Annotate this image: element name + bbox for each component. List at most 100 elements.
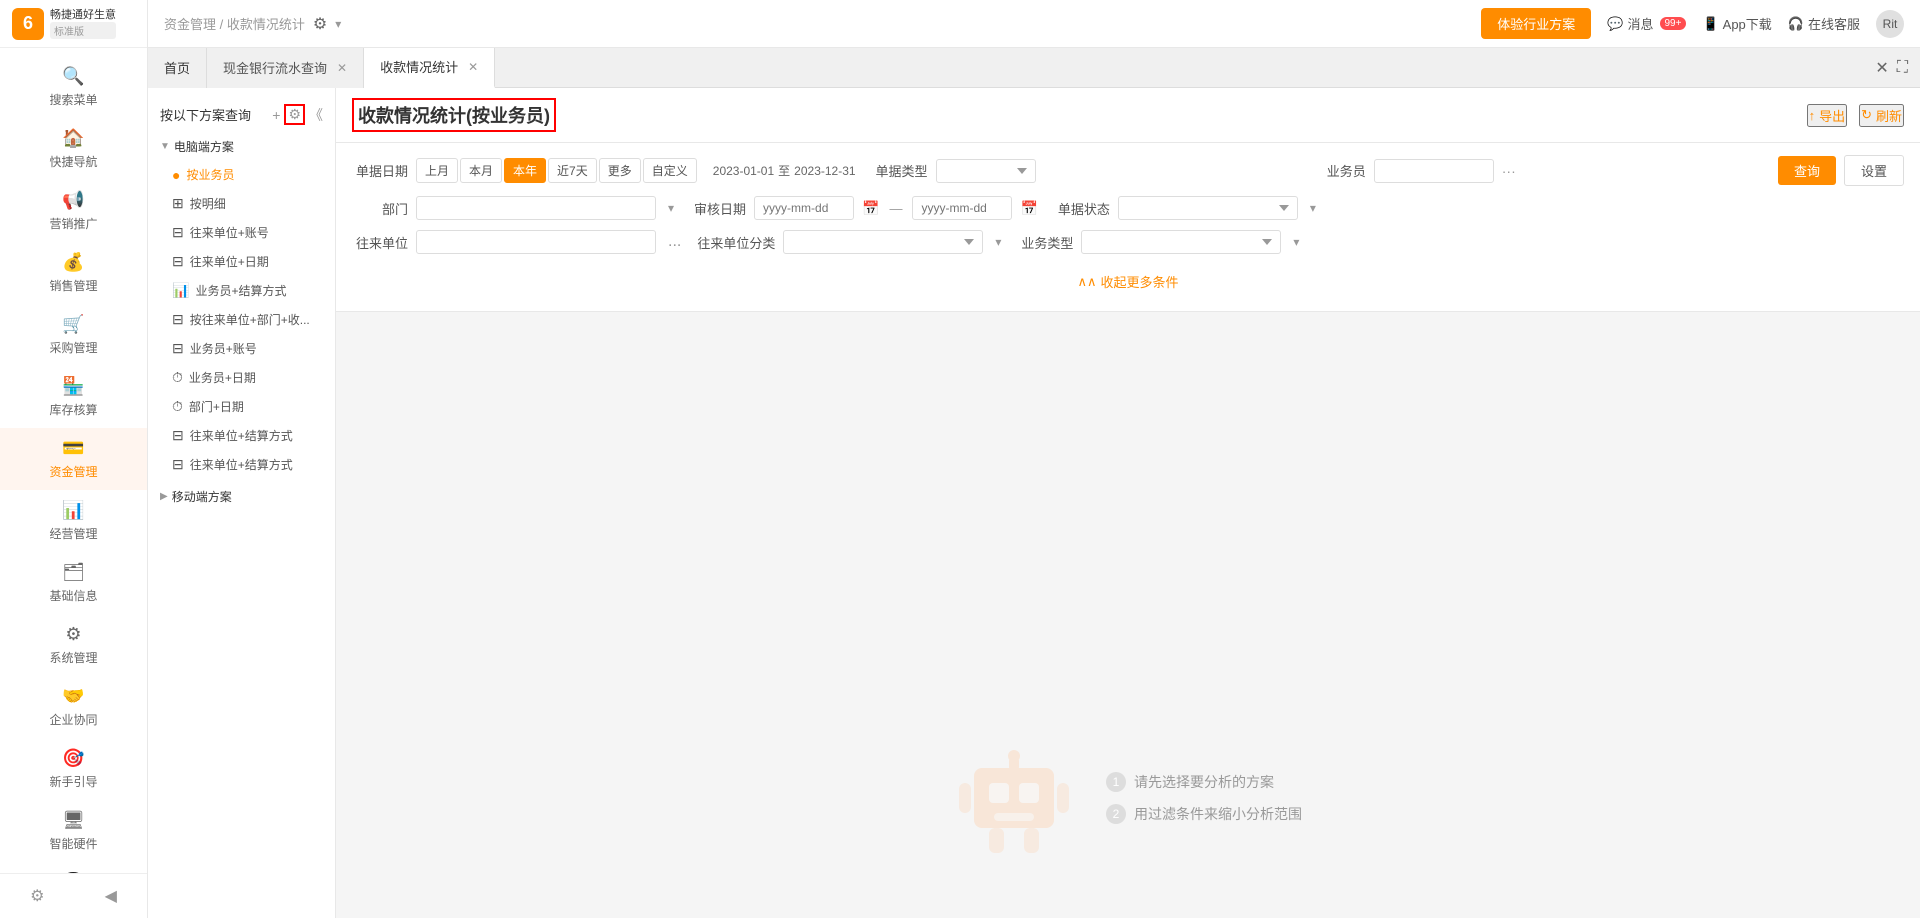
scheme-item-icon: ⊟ — [172, 311, 184, 328]
tab-bank-flow[interactable]: 现金银行流水查询 ✕ — [207, 48, 364, 88]
collapse-conditions-btn[interactable]: ∧∧ 收起更多条件 — [352, 264, 1904, 299]
date-label: 单据日期 — [352, 161, 408, 180]
scheme-item-unit-dept-recv[interactable]: ⊟ 按往来单位+部门+收... — [148, 305, 335, 334]
doc-status-label: 单据状态 — [1054, 199, 1110, 218]
unit-dots-btn[interactable]: ... — [668, 233, 681, 251]
sidebar-item-purchase[interactable]: 🛒 采购管理 — [0, 304, 147, 366]
staff-dots-btn[interactable]: ··· — [1502, 163, 1516, 179]
scheme-item-by-staff[interactable]: ● 按业务员 — [148, 160, 335, 189]
doc-status-select[interactable] — [1118, 196, 1298, 220]
scheme-item-unit-date[interactable]: ⊟ 往来单位+日期 — [148, 247, 335, 276]
sidebar-item-basic[interactable]: 🗂 基础信息 — [0, 552, 147, 614]
calendar-end-icon[interactable]: 📅 — [1020, 200, 1037, 217]
sidebar-item-biz[interactable]: 📊 经营管理 — [0, 490, 147, 552]
tab-close-all-icon[interactable]: ✕ — [1875, 58, 1888, 78]
hardware-icon: 🖥 — [62, 810, 85, 831]
query-button[interactable]: 查询 — [1778, 156, 1836, 185]
review-date-start-input[interactable] — [754, 196, 854, 220]
app-logo-icon: 6 — [12, 8, 44, 40]
scheme-item-staff-date[interactable]: ⏱ 业务员+日期 — [148, 363, 335, 392]
scheme-group-pc-title[interactable]: ▼ 电脑端方案 — [148, 133, 335, 160]
tab-maximize-icon[interactable]: ⛶ — [1897, 59, 1908, 77]
home-icon: 🏠 — [62, 128, 84, 149]
dept-input[interactable] — [416, 196, 656, 220]
date-tabs: 上月 本月 本年 近7天 更多 自定义 — [416, 158, 697, 183]
sidebar-item-label: 经营管理 — [49, 525, 97, 542]
scheme-settings-btn[interactable]: ⚙ — [284, 104, 305, 125]
sidebar-settings-btn[interactable]: ⚙ — [30, 886, 44, 906]
sidebar-item-system[interactable]: ⚙ 系统管理 — [0, 614, 147, 676]
scheme-collapse-btn[interactable]: 《 — [309, 105, 323, 125]
online-service-action[interactable]: 🎧 在线客服 — [1788, 14, 1860, 33]
date-tab-custom[interactable]: 自定义 — [643, 158, 697, 183]
scheme-item-label: 往来单位+账号 — [190, 224, 269, 241]
scheme-item-by-detail[interactable]: ⊞ 按明细 — [148, 189, 335, 218]
empty-tip-1: 1 请先选择要分析的方案 — [1106, 772, 1302, 792]
date-tab-this-month[interactable]: 本月 — [460, 158, 502, 183]
sidebar-item-label: 智能硬件 — [49, 835, 97, 852]
scheme-item-dept-date[interactable]: ⏱ 部门+日期 — [148, 392, 335, 421]
sidebar-item-finance[interactable]: 💳 资金管理 — [0, 428, 147, 490]
content-area: 按以下方案查询 + ⚙ 《 ▼ 电脑端方案 ● 按业务员 ⊞ — [148, 88, 1920, 918]
scheme-panel-actions: + ⚙ 《 — [272, 104, 323, 125]
sales-icon: 💰 — [62, 252, 84, 273]
setting-button[interactable]: 设置 — [1844, 155, 1904, 186]
tab-receipt-stat-close[interactable]: ✕ — [468, 60, 478, 74]
chevron-down-icon[interactable]: ▾ — [335, 17, 341, 31]
sidebar-item-weixin[interactable]: 💬 企业微信 — [0, 862, 147, 873]
app-download-action[interactable]: 📱 App下载 — [1702, 14, 1771, 33]
sidebar-item-sales[interactable]: 💰 销售管理 — [0, 242, 147, 304]
tab-bank-flow-close[interactable]: ✕ — [337, 61, 347, 75]
message-action[interactable]: 💬 消息 99+ — [1607, 14, 1686, 33]
unit-category-select[interactable] — [783, 230, 983, 254]
scheme-group-pc-label: 电脑端方案 — [174, 138, 234, 155]
scheme-item-unit-calc2[interactable]: ⊟ 往来单位+结算方式 — [148, 450, 335, 479]
calendar-icon[interactable]: 📅 — [862, 200, 879, 217]
refresh-button[interactable]: ↻ 刷新 — [1859, 104, 1904, 127]
message-label: 消息 — [1627, 14, 1653, 33]
scheme-panel-header: 按以下方案查询 + ⚙ 《 — [148, 96, 335, 133]
staff-input[interactable] — [1374, 159, 1494, 183]
date-range-end: 2023-12-31 — [794, 164, 855, 178]
tip-text-1: 请先选择要分析的方案 — [1134, 772, 1274, 792]
sidebar-item-quicknav[interactable]: 🏠 快捷导航 — [0, 118, 147, 180]
doc-type-select[interactable] — [936, 159, 1036, 183]
sidebar-item-hardware[interactable]: 🖥 智能硬件 — [0, 800, 147, 862]
export-button[interactable]: ↑ 导出 — [1807, 104, 1848, 127]
biz-type-select[interactable] — [1081, 230, 1281, 254]
scheme-item-unit-calc1[interactable]: ⊟ 往来单位+结算方式 — [148, 421, 335, 450]
settings-gear-icon[interactable]: ⚙ — [313, 14, 327, 34]
sidebar-item-search[interactable]: 🔍 搜索菜单 — [0, 56, 147, 118]
date-tab-7days[interactable]: 近7天 — [548, 158, 597, 183]
scheme-group-mobile-title[interactable]: ▶ 移动端方案 — [148, 483, 335, 510]
scheme-item-unit-account[interactable]: ⊟ 往来单位+账号 — [148, 218, 335, 247]
sidebar-item-label: 营销推广 — [49, 215, 97, 232]
scheme-item-icon: ● — [172, 167, 180, 183]
filter-date-range-item: 2023-01-01 至 2023-12-31 — [713, 162, 856, 179]
scheme-add-btn[interactable]: + — [272, 107, 280, 123]
scheme-item-label: 往来单位+结算方式 — [190, 456, 293, 473]
user-avatar[interactable]: Rit — [1876, 10, 1904, 38]
tab-receipt-stat[interactable]: 收款情况统计 ✕ — [364, 48, 495, 88]
review-date-label: 审核日期 — [690, 199, 746, 218]
date-tab-this-year[interactable]: 本年 — [504, 158, 546, 183]
sidebar-item-guide[interactable]: 🎯 新手引导 — [0, 738, 147, 800]
trial-button[interactable]: 体验行业方案 — [1481, 8, 1591, 39]
unit-input[interactable] — [416, 230, 656, 254]
review-date-end-input[interactable] — [912, 196, 1012, 220]
sidebar-item-inventory[interactable]: 🏪 库存核算 — [0, 366, 147, 428]
scheme-item-staff-account[interactable]: ⊟ 业务员+账号 — [148, 334, 335, 363]
date-tab-more[interactable]: 更多 — [599, 158, 641, 183]
scheme-item-icon: ⊟ — [172, 427, 184, 444]
online-service-label: 在线客服 — [1808, 14, 1860, 33]
sidebar-collapse-btn[interactable]: ◀‍ — [105, 886, 117, 906]
scheme-item-staff-calc[interactable]: 📊 业务员+结算方式 — [148, 276, 335, 305]
sidebar-item-corp[interactable]: 🤝 企业协同 — [0, 676, 147, 738]
date-tab-last-month[interactable]: 上月 — [416, 158, 458, 183]
sidebar-item-marketing[interactable]: 📢 营销推广 — [0, 180, 147, 242]
status-chevron-icon: ▾ — [1310, 201, 1316, 215]
unit-category-label: 往来单位分类 — [697, 233, 775, 252]
page-header-actions: ↑ 导出 ↻ 刷新 — [1807, 104, 1904, 127]
tab-home[interactable]: 首页 — [148, 48, 207, 88]
sidebar-nav: 🔍 搜索菜单 🏠 快捷导航 📢 营销推广 💰 销售管理 🛒 采购管理 🏪 库存核… — [0, 48, 147, 873]
